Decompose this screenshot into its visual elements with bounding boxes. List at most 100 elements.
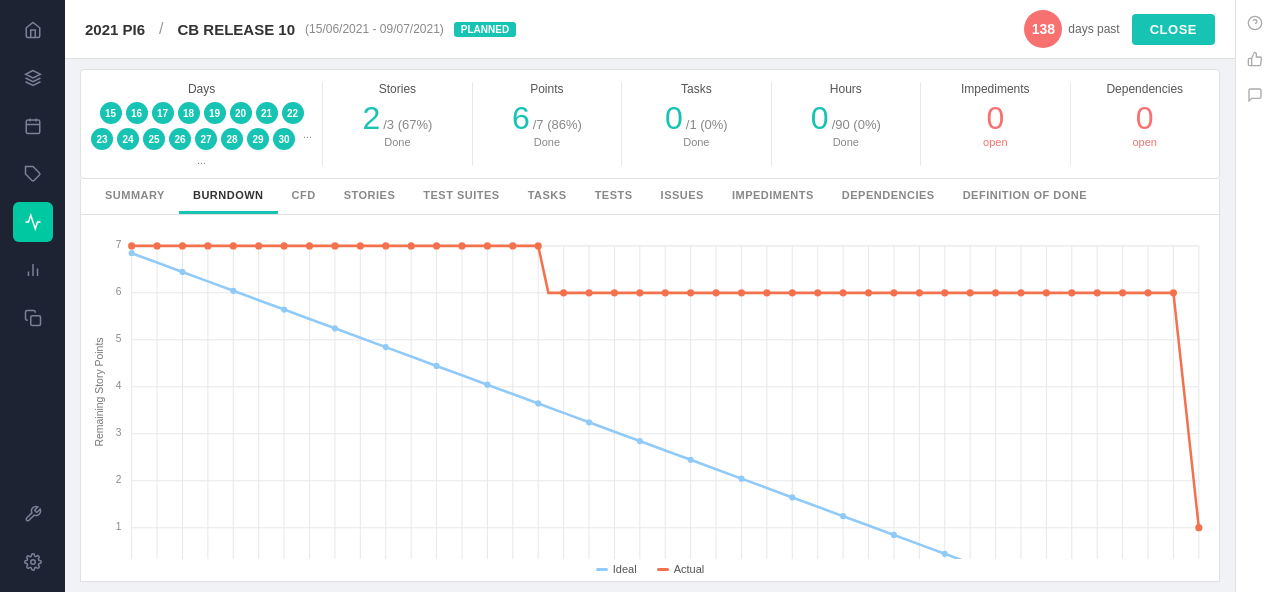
ideal-dot <box>129 250 135 256</box>
ideal-dot <box>891 532 897 538</box>
header: 2021 PI6 / CB RELEASE 10 (15/06/2021 - 0… <box>65 0 1235 59</box>
wrench-icon[interactable] <box>13 494 53 534</box>
comment-icon[interactable] <box>1240 80 1270 110</box>
points-value: 6 <box>512 102 530 134</box>
actual-dot <box>738 289 745 296</box>
days-row-1: 15 16 17 18 19 20 21 22 <box>100 102 304 124</box>
ideal-dot <box>942 551 948 557</box>
tab-definition-of-done[interactable]: DEFINITION OF DONE <box>949 179 1102 214</box>
actual-dot <box>281 242 288 249</box>
ideal-legend-label: Ideal <box>613 563 637 575</box>
right-sidebar <box>1235 0 1273 592</box>
tab-cfd[interactable]: CFD <box>278 179 330 214</box>
days-ellipsis: ... <box>197 154 206 166</box>
ideal-dot <box>535 400 541 406</box>
actual-dot <box>306 242 313 249</box>
actual-dot <box>204 242 211 249</box>
thumbs-up-icon[interactable] <box>1240 44 1270 74</box>
ideal-dot <box>789 494 795 500</box>
ideal-line <box>132 253 1021 559</box>
days-past-circle: 138 <box>1024 10 1062 48</box>
bar-chart-icon[interactable] <box>13 250 53 290</box>
days-section: Days 15 16 17 18 19 20 21 22 23 24 25 26… <box>81 82 323 166</box>
actual-dot <box>230 242 237 249</box>
actual-dot <box>154 242 161 249</box>
actual-dot <box>941 289 948 296</box>
tasks-value-row: 0 /1 (0%) <box>665 102 728 134</box>
points-done: Done <box>534 136 560 148</box>
days-past-label: days past <box>1068 22 1119 36</box>
home-icon[interactable] <box>13 10 53 50</box>
days-more: ... <box>303 128 312 140</box>
tab-test-suites[interactable]: TEST SUITES <box>409 179 513 214</box>
impediments-title: Impediments <box>961 82 1030 96</box>
header-right: 138 days past CLOSE <box>1024 10 1215 48</box>
activity-icon[interactable] <box>13 202 53 242</box>
hours-title: Hours <box>830 82 862 96</box>
actual-dot <box>382 242 389 249</box>
puzzle-icon[interactable] <box>13 154 53 194</box>
day-20: 20 <box>230 102 252 124</box>
actual-dot <box>662 289 669 296</box>
help-icon[interactable] <box>1240 8 1270 38</box>
stories-value-row: 2 /3 (67%) <box>362 102 432 134</box>
actual-legend-label: Actual <box>674 563 705 575</box>
impediments-value: 0 <box>986 102 1004 134</box>
day-15: 15 <box>100 102 122 124</box>
actual-dot <box>128 242 135 249</box>
actual-dot <box>916 289 923 296</box>
ideal-dot <box>688 457 694 463</box>
actual-dot <box>992 289 999 296</box>
copy-icon[interactable] <box>13 298 53 338</box>
days-title: Days <box>188 82 215 96</box>
layers-icon[interactable] <box>13 58 53 98</box>
day-24: 24 <box>117 128 139 150</box>
points-total: /7 (86%) <box>533 117 582 132</box>
tasks-value: 0 <box>665 102 683 134</box>
ideal-dot <box>383 344 389 350</box>
tab-impediments[interactable]: IMPEDIMENTS <box>718 179 828 214</box>
tab-dependencies[interactable]: DEPENDENCIES <box>828 179 949 214</box>
calendar-icon[interactable] <box>13 106 53 146</box>
svg-text:7: 7 <box>116 239 122 250</box>
tasks-done: Done <box>683 136 709 148</box>
actual-dot <box>865 289 872 296</box>
actual-dot <box>585 289 592 296</box>
actual-dot <box>560 289 567 296</box>
dependencies-title: Dependencies <box>1106 82 1183 96</box>
ideal-dot <box>738 476 744 482</box>
dependencies-section: Dependencies 0 open <box>1071 82 1219 166</box>
main-content: 2021 PI6 / CB RELEASE 10 (15/06/2021 - 0… <box>65 0 1235 592</box>
tab-stories[interactable]: STORIES <box>330 179 410 214</box>
legend-ideal: Ideal <box>596 563 637 575</box>
svg-text:Remaining Story Points: Remaining Story Points <box>94 337 105 446</box>
tab-tasks[interactable]: TASKS <box>514 179 581 214</box>
tasks-section: Tasks 0 /1 (0%) Done <box>622 82 771 166</box>
ideal-dot <box>281 306 287 312</box>
tab-tests[interactable]: TESTS <box>581 179 647 214</box>
svg-text:4: 4 <box>116 380 122 391</box>
actual-dot <box>713 289 720 296</box>
actual-dot <box>1017 289 1024 296</box>
actual-legend-dot <box>657 568 669 571</box>
tab-issues[interactable]: ISSUES <box>647 179 718 214</box>
hours-total: /90 (0%) <box>832 117 881 132</box>
dependencies-value: 0 <box>1136 102 1154 134</box>
day-17: 17 <box>152 102 174 124</box>
actual-dot <box>814 289 821 296</box>
day-29: 29 <box>247 128 269 150</box>
ideal-legend-dot <box>596 568 608 571</box>
settings-icon[interactable] <box>13 542 53 582</box>
chart-wrapper: 7 6 5 4 3 2 1 Remaining Story Point <box>91 225 1209 559</box>
close-button[interactable]: CLOSE <box>1132 14 1215 45</box>
svg-text:5: 5 <box>116 333 122 344</box>
impediments-label: open <box>983 136 1007 148</box>
release-title: CB RELEASE 10 <box>178 21 296 38</box>
tab-summary[interactable]: SUMMARY <box>91 179 179 214</box>
tab-burndown[interactable]: BURNDOWN <box>179 179 278 214</box>
day-22: 22 <box>282 102 304 124</box>
actual-dot <box>1068 289 1075 296</box>
impediments-section: Impediments 0 open <box>921 82 1070 166</box>
actual-dot <box>357 242 364 249</box>
ideal-dot <box>230 288 236 294</box>
